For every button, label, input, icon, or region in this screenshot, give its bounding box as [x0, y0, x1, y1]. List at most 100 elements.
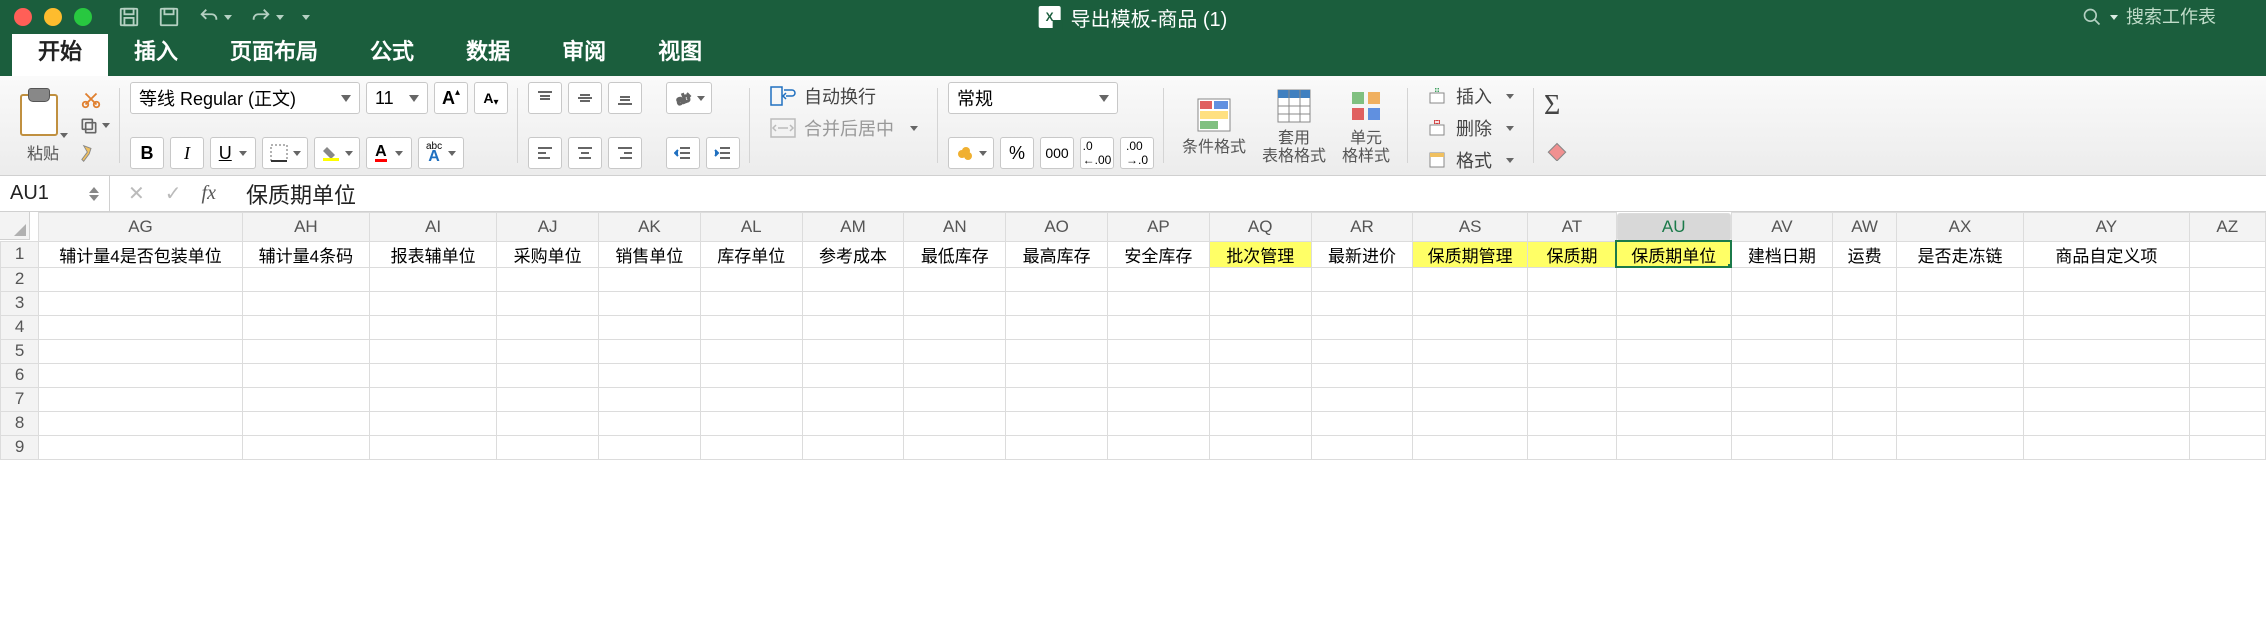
cell[interactable] — [370, 291, 497, 315]
cell[interactable] — [599, 363, 701, 387]
cell[interactable] — [904, 387, 1006, 411]
cell[interactable] — [39, 267, 243, 291]
cell[interactable]: 辅计量4是否包装单位 — [39, 241, 243, 267]
column-header[interactable]: AS — [1413, 213, 1528, 242]
cell[interactable] — [904, 363, 1006, 387]
cell[interactable] — [1311, 267, 1413, 291]
cell[interactable] — [1311, 435, 1413, 459]
cell[interactable]: 最低库存 — [904, 241, 1006, 267]
cell[interactable] — [904, 267, 1006, 291]
save-as-icon[interactable] — [158, 6, 180, 28]
cell[interactable] — [2024, 291, 2189, 315]
cell[interactable]: 安全库存 — [1108, 241, 1210, 267]
cell[interactable] — [497, 315, 599, 339]
cell[interactable] — [39, 315, 243, 339]
increase-indent-button[interactable] — [706, 137, 740, 169]
cell[interactable] — [497, 435, 599, 459]
cell[interactable] — [1006, 387, 1108, 411]
paste-dropdown-icon[interactable] — [60, 133, 68, 138]
cell[interactable] — [802, 267, 904, 291]
font-size-select[interactable]: 11 — [366, 82, 428, 114]
cell[interactable] — [700, 435, 802, 459]
cell[interactable] — [1731, 315, 1833, 339]
cell[interactable] — [39, 435, 243, 459]
cell[interactable] — [1527, 315, 1616, 339]
column-header[interactable]: AO — [1006, 213, 1108, 242]
row-header[interactable]: 7 — [1, 387, 39, 411]
save-icon[interactable] — [118, 6, 140, 28]
cell[interactable] — [1731, 435, 1833, 459]
cell[interactable] — [1413, 315, 1528, 339]
cell[interactable] — [242, 315, 369, 339]
cell[interactable] — [1896, 363, 2023, 387]
insert-cells-button[interactable]: 插入 — [1418, 82, 1524, 110]
cell[interactable] — [1108, 267, 1210, 291]
cell[interactable] — [1209, 315, 1311, 339]
column-header[interactable]: AM — [802, 213, 904, 242]
cell[interactable] — [39, 363, 243, 387]
column-header[interactable]: AZ — [2189, 213, 2265, 242]
cell[interactable] — [39, 411, 243, 435]
cell[interactable] — [904, 411, 1006, 435]
cell[interactable] — [242, 387, 369, 411]
cell[interactable] — [1616, 315, 1731, 339]
cell[interactable] — [39, 387, 243, 411]
cell[interactable] — [1209, 387, 1311, 411]
cell[interactable] — [802, 315, 904, 339]
wrap-text-button[interactable]: 自动换行 — [760, 82, 928, 110]
cell[interactable] — [2189, 387, 2265, 411]
column-header[interactable]: AR — [1311, 213, 1413, 242]
cell[interactable] — [242, 339, 369, 363]
cell[interactable] — [2024, 267, 2189, 291]
cell[interactable]: 辅计量4条码 — [242, 241, 369, 267]
cell[interactable] — [39, 339, 243, 363]
cell[interactable] — [1413, 435, 1528, 459]
cell[interactable] — [1896, 339, 2023, 363]
cell[interactable] — [1833, 363, 1897, 387]
cell[interactable] — [904, 315, 1006, 339]
cell[interactable] — [242, 267, 369, 291]
cell[interactable] — [1833, 291, 1897, 315]
cell[interactable] — [39, 291, 243, 315]
merge-dropdown-icon[interactable] — [910, 126, 918, 131]
cell[interactable] — [1731, 411, 1833, 435]
column-header[interactable]: AQ — [1209, 213, 1311, 242]
cell[interactable] — [1413, 363, 1528, 387]
cell[interactable] — [700, 387, 802, 411]
search-input[interactable] — [2126, 7, 2246, 28]
cell[interactable] — [1311, 291, 1413, 315]
cell[interactable] — [1896, 315, 2023, 339]
cell[interactable] — [1731, 387, 1833, 411]
close-window[interactable] — [14, 8, 32, 26]
cell[interactable] — [599, 291, 701, 315]
row-header[interactable]: 4 — [1, 315, 39, 339]
bold-button[interactable]: B — [130, 137, 164, 169]
column-header[interactable]: AV — [1731, 213, 1833, 242]
cell[interactable] — [1209, 435, 1311, 459]
align-center-button[interactable] — [568, 137, 602, 169]
row-header[interactable]: 6 — [1, 363, 39, 387]
cell[interactable] — [1527, 411, 1616, 435]
redo-button[interactable] — [250, 6, 284, 28]
cell[interactable] — [700, 267, 802, 291]
cell[interactable] — [370, 363, 497, 387]
cell[interactable] — [1731, 339, 1833, 363]
cell[interactable] — [1209, 267, 1311, 291]
cell[interactable] — [1527, 435, 1616, 459]
phonetic-button[interactable]: abcA — [418, 137, 464, 169]
cell[interactable]: 保质期管理 — [1413, 241, 1528, 267]
paste-button[interactable]: 粘贴 — [18, 88, 68, 164]
cell[interactable] — [599, 387, 701, 411]
cell[interactable] — [1209, 339, 1311, 363]
cell[interactable] — [1413, 291, 1528, 315]
cell[interactable] — [497, 339, 599, 363]
cell[interactable] — [1527, 339, 1616, 363]
cell[interactable] — [242, 363, 369, 387]
align-top-button[interactable] — [528, 82, 562, 114]
cell[interactable] — [2189, 435, 2265, 459]
row-header[interactable]: 9 — [1, 435, 39, 459]
cell[interactable] — [1731, 363, 1833, 387]
cell[interactable] — [700, 315, 802, 339]
cell[interactable] — [497, 267, 599, 291]
percent-button[interactable]: % — [1000, 137, 1034, 169]
